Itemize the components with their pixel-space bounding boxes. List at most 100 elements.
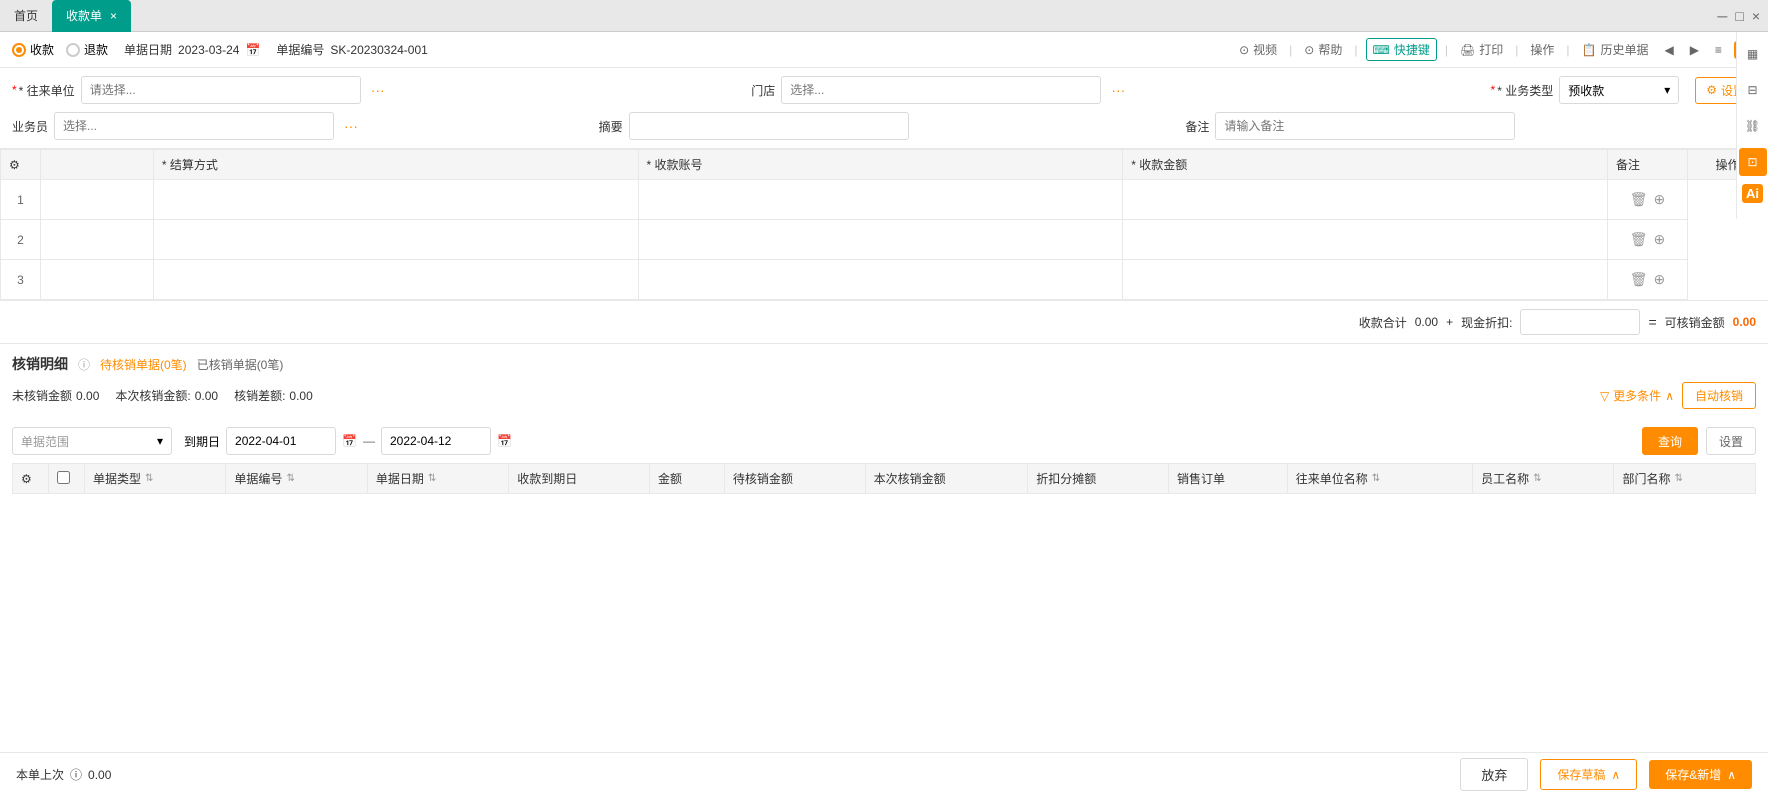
summary-field: 摘要 [599,112,1170,140]
salesperson-field: 业务员 ··· [12,112,583,140]
calendar-icon[interactable]: 📅 [245,43,260,57]
row-3-delete-icon[interactable]: 🗑 [1630,271,1648,288]
row-1-remark[interactable] [1123,180,1608,220]
secondary-pending-col: 待核销金额 [724,464,865,494]
shortcuts-icon: ⌨ [1373,43,1390,57]
receipt-table: ⚙ * 结算方式 * 收款账号 * 收款金额 备注 操作 [0,149,1768,300]
secondary-settings-col[interactable]: ⚙ [13,464,49,494]
row-3-copy-icon[interactable]: ⊕ [1654,271,1666,288]
unverified-stat: 未核销金额 0.00 [12,387,99,404]
row-1-amount[interactable] [638,180,1123,220]
help-btn[interactable]: ⊙ 帮助 [1300,39,1346,60]
remark-input[interactable] [1215,112,1515,140]
tab-receipt[interactable]: 收款单 × [52,0,131,32]
gear-icon: ⚙ [1706,83,1717,97]
refund-radio[interactable]: 退款 [66,41,108,58]
nav-next-btn[interactable]: ▶ [1686,41,1703,59]
row-3-remark[interactable] [1123,260,1608,300]
secondary-number-col: 单据编号 ⇅ [226,464,367,494]
form-area: * * 往来单位 ··· 门店 ··· * * 业务类型 预收款 ▾ [0,68,1768,149]
counter-party-dots[interactable]: ··· [367,82,389,98]
video-btn[interactable]: ⊙ 视频 [1235,39,1281,60]
row-3-account[interactable] [153,260,638,300]
window-maximize[interactable]: □ [1735,8,1743,24]
table-settings-col[interactable]: ⚙ [1,150,41,180]
row-3-actions: 🗑 ⊕ [1608,260,1688,300]
panel-icon-1[interactable]: ▦ [1739,40,1767,68]
pending-link[interactable]: 待核销单据(0笔) [100,356,187,373]
done-link[interactable]: 已核销单据(0笔) [197,356,284,373]
row-2-remark[interactable] [1123,220,1608,260]
row-3-settlement[interactable] [41,260,154,300]
video-icon: ⊙ [1239,43,1249,57]
date-field: 单据日期 2023-03-24 📅 [124,41,260,58]
window-close[interactable]: × [1752,8,1760,24]
ai-btn[interactable]: Ai [1742,184,1763,203]
date-from-input[interactable] [226,427,336,455]
salesperson-input[interactable] [54,112,334,140]
save-draft-btn[interactable]: 保存草稿 ∧ [1540,759,1637,790]
row-2-settlement[interactable] [41,220,154,260]
filter-row: 单据范围 ▾ 到期日 📅 — 📅 查询 设置 [12,419,1756,463]
table-row-num-col [41,150,154,180]
secondary-amount-col: 金额 [649,464,724,494]
tab-close-icon[interactable]: × [110,9,117,23]
list-view-btn[interactable]: ≡ [1711,41,1726,59]
operations-btn[interactable]: 操作 [1526,39,1558,60]
history-btn[interactable]: 📋 历史单据 [1577,39,1652,60]
row-2-delete-icon[interactable]: 🗑 [1630,231,1648,248]
table-row: 3 🗑 ⊕ [1,260,1768,300]
save-new-btn[interactable]: 保存&新增 ∧ [1649,760,1752,789]
salesperson-dots[interactable]: ··· [340,118,362,134]
shortcuts-btn[interactable]: ⌨ 快捷键 [1366,38,1437,61]
print-btn[interactable]: 🖨 打印 [1456,39,1507,60]
chevron-down-icon: ▾ [1664,83,1670,97]
discount-input[interactable] [1520,309,1640,335]
tab-home[interactable]: 首页 [0,0,52,32]
nav-prev-btn[interactable]: ◀ [1660,41,1677,59]
row-3-amount[interactable] [638,260,1123,300]
row-1-settlement[interactable] [41,180,154,220]
table-row: 2 🗑 ⊕ [1,220,1768,260]
info-icon[interactable]: ⓘ [78,356,90,373]
store-dots[interactable]: ··· [1107,82,1129,98]
receipt-radio[interactable]: 收款 [12,41,54,58]
auto-verify-btn[interactable]: 自动核销 [1682,382,1756,409]
secondary-checkbox-col[interactable] [49,464,85,494]
top-toolbar: 收款 退款 单据日期 2023-03-24 📅 单据编号 SK-20230324… [0,32,1768,68]
date-to-input[interactable] [381,427,491,455]
row-1-copy-icon[interactable]: ⊕ [1654,191,1666,208]
business-type-field: * * 业务类型 预收款 ▾ [1491,76,1680,104]
secondary-date-col: 单据日期 ⇅ [367,464,508,494]
query-btn[interactable]: 查询 [1642,427,1698,455]
more-conditions-link[interactable]: ▽ 更多条件 ∧ [1600,387,1674,404]
summary-row: 收款合计 0.00 + 现金折扣: = 可核销金额 0.00 [0,301,1768,344]
select-all-checkbox[interactable] [57,471,70,484]
counter-party-field: * * 往来单位 ··· [12,76,735,104]
panel-icon-3[interactable]: ⛓ [1739,112,1767,140]
verification-section: 核销明细 ⓘ 待核销单据(0笔) 已核销单据(0笔) 未核销金额 0.00 本次… [0,344,1768,504]
calendar-from-icon[interactable]: 📅 [342,434,357,448]
business-type-select[interactable]: 预收款 ▾ [1559,76,1679,104]
abandon-btn[interactable]: 放弃 [1460,758,1528,791]
current-verify-stat: 本次核销金额: 0.00 [115,387,218,404]
table-settings-btn[interactable]: 设置 [1706,427,1756,455]
row-2-amount[interactable] [638,220,1123,260]
store-input[interactable] [781,76,1101,104]
row-2-copy-icon[interactable]: ⊕ [1654,231,1666,248]
summary-input[interactable] [629,112,909,140]
row-1-account[interactable] [153,180,638,220]
range-select[interactable]: 单据范围 ▾ [12,427,172,455]
main-container: 收款 退款 单据日期 2023-03-24 📅 单据编号 SK-20230324… [0,32,1768,796]
row-1-delete-icon[interactable]: 🗑 [1630,191,1648,208]
calendar-to-icon[interactable]: 📅 [497,434,512,448]
panel-icon-4[interactable]: ⊡ [1739,148,1767,176]
window-minimize[interactable]: ─ [1717,8,1727,24]
row-2-num: 2 [1,220,41,260]
counter-party-input[interactable] [81,76,361,104]
panel-icon-2[interactable]: ⊟ [1739,76,1767,104]
refund-radio-dot [66,43,80,57]
secondary-counter-party-col: 往来单位名称 ⇅ [1287,464,1472,494]
secondary-table-container: ⚙ 单据类型 ⇅ 单据编号 [12,463,1756,494]
row-2-account[interactable] [153,220,638,260]
